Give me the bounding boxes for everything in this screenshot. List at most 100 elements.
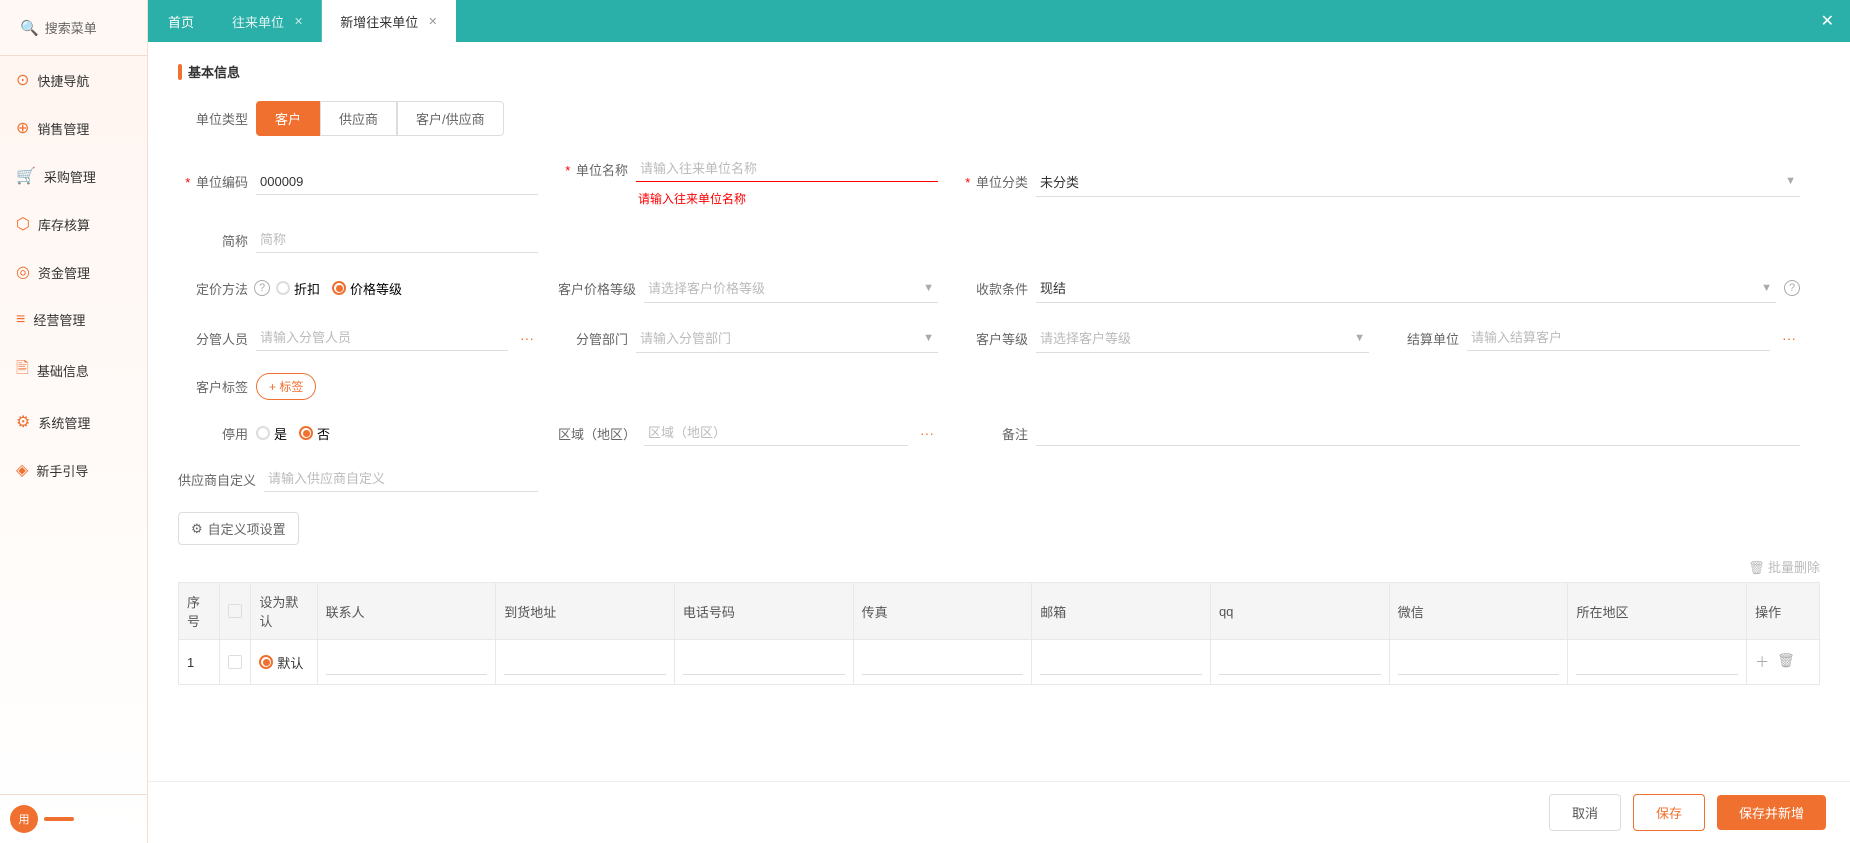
sidebar-item-inventory[interactable]: ⬡ 库存核算: [0, 200, 147, 248]
short-name-label: 简称: [178, 231, 248, 250]
unit-name-group: * 单位名称 请输入往来单位名称: [558, 156, 958, 207]
save-new-button[interactable]: 保存并新增: [1717, 795, 1826, 830]
payment-terms-select[interactable]: 现结 ▼: [1036, 273, 1776, 303]
remark-input[interactable]: [1036, 420, 1800, 446]
manager-more-btn[interactable]: ···: [516, 330, 538, 346]
tab-add-vendor-close[interactable]: ✕: [428, 15, 437, 28]
short-name-input[interactable]: [256, 227, 538, 253]
custom-settings-wrap: ⚙ 自定义项设置: [178, 512, 1820, 545]
tab-home[interactable]: 首页: [148, 0, 214, 42]
row-fax-input[interactable]: [862, 649, 1024, 675]
col-check: [220, 583, 251, 640]
short-name-group: 简称: [178, 227, 558, 253]
customer-level-label: 客户等级: [958, 329, 1028, 348]
department-select[interactable]: 请输入分管部门 ▼: [636, 323, 938, 353]
sidebar-item-newbie[interactable]: ◈ 新手引导: [0, 446, 147, 494]
customer-tag-row: 客户标签 + 标签: [178, 373, 1820, 400]
row-contact-input[interactable]: [326, 649, 488, 675]
batch-delete-label[interactable]: 批量删除: [1768, 560, 1820, 575]
form-content: 基本信息 单位类型 客户 供应商 客户/供应商 * 单位编码: [148, 42, 1850, 781]
sidebar-search-wrap: 🔍 搜索菜单: [0, 0, 147, 56]
customer-level-placeholder: 请选择客户等级: [1040, 328, 1354, 347]
header-checkbox[interactable]: [228, 604, 242, 618]
disabled-radio-yes[interactable]: 是: [256, 424, 287, 443]
type-btn-customer[interactable]: 客户: [256, 101, 320, 136]
payment-terms-arrow: ▼: [1761, 282, 1772, 294]
pricing-help-icon[interactable]: ?: [254, 280, 270, 296]
unit-name-star: *: [565, 163, 570, 178]
save-button[interactable]: 保存: [1633, 794, 1705, 831]
unit-category-select[interactable]: 未分类 ▼: [1036, 167, 1800, 197]
row-address-input[interactable]: [504, 649, 666, 675]
row-default-radio[interactable]: 默认: [259, 653, 308, 672]
region-more-btn[interactable]: ···: [916, 425, 938, 441]
tab-vendor-list[interactable]: 往来单位 ✕: [214, 0, 322, 42]
unit-name-input[interactable]: [636, 156, 938, 182]
type-btn-supplier[interactable]: 供应商: [320, 101, 397, 136]
sidebar-item-system[interactable]: ⚙ 系统管理: [0, 398, 147, 446]
type-btn-both[interactable]: 客户/供应商: [397, 101, 504, 136]
row-wechat-input[interactable]: [1398, 649, 1560, 675]
customer-price-level-select[interactable]: 请选择客户价格等级 ▼: [644, 273, 938, 303]
short-name-row: 简称: [178, 227, 1820, 253]
sidebar-item-purchase[interactable]: 🛒 采购管理: [0, 152, 147, 200]
sidebar-search-item[interactable]: 🔍 搜索菜单: [10, 10, 137, 45]
radio-discount-circle: [276, 281, 290, 295]
cell-phone[interactable]: [674, 640, 853, 685]
col-default: 设为默认: [251, 583, 317, 640]
unit-code-input[interactable]: [256, 169, 538, 195]
disabled-radio-yes-label: 是: [274, 424, 287, 443]
custom-settings-button[interactable]: ⚙ 自定义项设置: [178, 512, 299, 545]
tab-add-vendor[interactable]: 新增往来单位 ✕: [322, 0, 456, 42]
row-region-input[interactable]: [1576, 649, 1738, 675]
supplier-custom-input[interactable]: [264, 466, 538, 492]
cell-qq[interactable]: [1210, 640, 1389, 685]
section-title-text: 基本信息: [188, 62, 240, 81]
customer-level-select[interactable]: 请选择客户等级 ▼: [1036, 323, 1369, 353]
department-label: 分管部门: [558, 329, 628, 348]
cell-default: 默认: [251, 640, 317, 685]
tab-home-label: 首页: [168, 12, 194, 31]
cancel-button[interactable]: 取消: [1549, 794, 1621, 831]
close-all-button[interactable]: ✕: [1805, 11, 1850, 31]
settlement-unit-input[interactable]: [1467, 325, 1770, 351]
cell-contact[interactable]: [317, 640, 496, 685]
customer-level-group: 客户等级 请选择客户等级 ▼: [958, 323, 1389, 353]
manager-input[interactable]: [256, 325, 508, 351]
cell-region[interactable]: [1568, 640, 1747, 685]
unit-name-error: 请输入往来单位名称: [558, 190, 746, 207]
sales-icon: ⊕: [16, 118, 29, 138]
tab-vendor-list-close[interactable]: ✕: [294, 15, 303, 28]
sidebar-item-basic[interactable]: 🖹 基础信息: [0, 343, 147, 398]
sidebar-item-finance[interactable]: ◎ 资金管理: [0, 248, 147, 296]
sidebar-item-operation[interactable]: ≡ 经营管理: [0, 296, 147, 343]
cell-check: [220, 640, 251, 685]
row-email-input[interactable]: [1040, 649, 1202, 675]
cell-wechat[interactable]: [1389, 640, 1568, 685]
pricing-radio-discount[interactable]: 折扣: [276, 279, 320, 298]
row-qq-input[interactable]: [1219, 649, 1381, 675]
row-phone-input[interactable]: [683, 649, 845, 675]
sidebar-item-sales[interactable]: ⊕ 销售管理: [0, 104, 147, 152]
add-row-icon[interactable]: ＋: [1755, 652, 1769, 672]
unit-name-inner: * 单位名称: [558, 156, 938, 182]
cell-address[interactable]: [496, 640, 675, 685]
supplier-custom-row: 供应商自定义: [178, 466, 1820, 492]
cell-fax[interactable]: [853, 640, 1032, 685]
row-checkbox[interactable]: [228, 655, 242, 669]
disabled-radio-no[interactable]: 否: [299, 424, 330, 443]
region-input[interactable]: [644, 420, 908, 446]
delete-row-icon[interactable]: 🗑: [1777, 652, 1795, 672]
cell-seq: 1: [179, 640, 220, 685]
sidebar-item-quick-nav[interactable]: ⊙ 快捷导航: [0, 56, 147, 104]
operation-icon: ≡: [16, 311, 25, 329]
add-tag-button[interactable]: + 标签: [256, 373, 316, 400]
unit-category-label: * 单位分类: [958, 172, 1028, 191]
sidebar-item-label: 基础信息: [37, 361, 89, 380]
settlement-unit-group: 结算单位 ···: [1389, 325, 1820, 351]
pricing-radio-level[interactable]: 价格等级: [332, 279, 402, 298]
cell-email[interactable]: [1032, 640, 1211, 685]
payment-terms-help-icon[interactable]: ?: [1784, 280, 1800, 296]
settlement-unit-more-btn[interactable]: ···: [1778, 330, 1800, 346]
radio-level-circle: [332, 281, 346, 295]
